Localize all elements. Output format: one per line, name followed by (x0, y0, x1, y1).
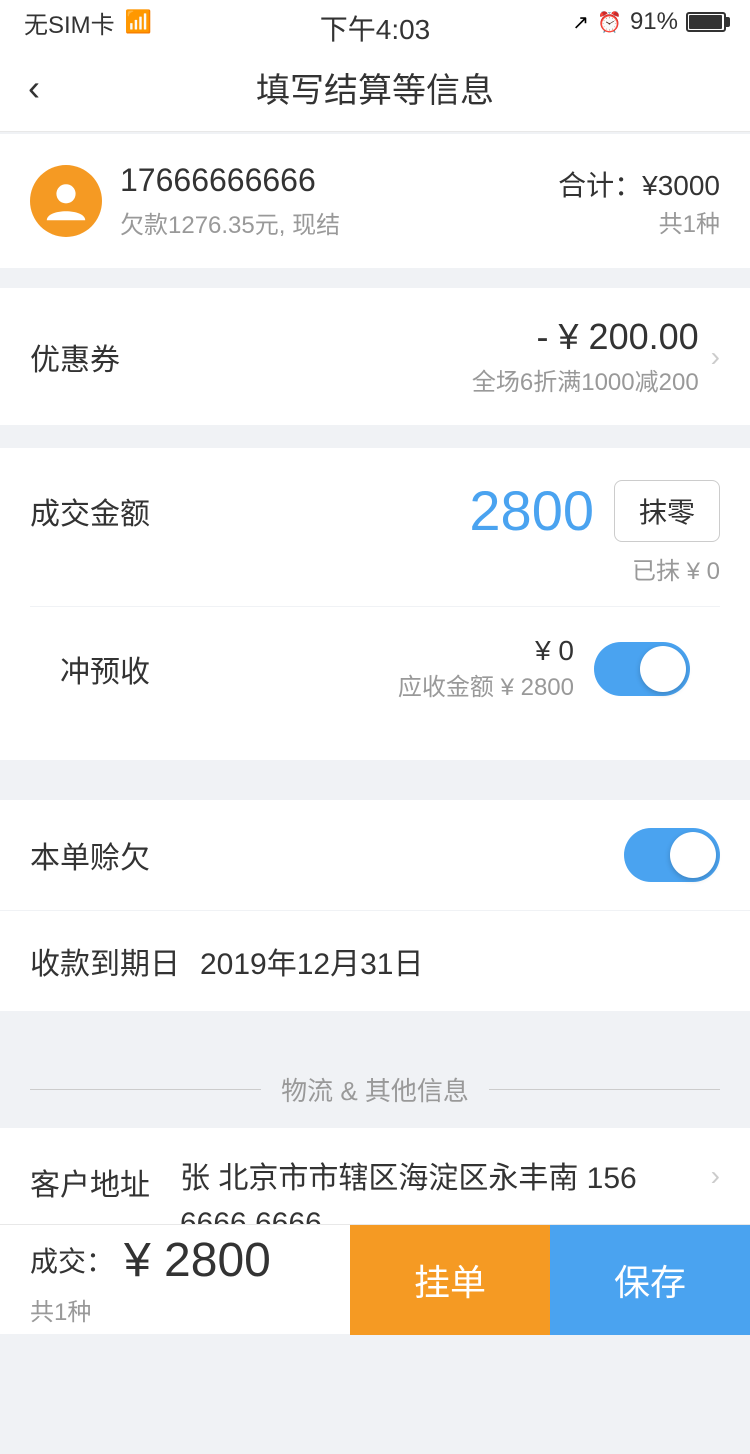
logistics-line-left (30, 1089, 261, 1090)
coupon-desc: 全场6折满1000减200 (472, 362, 699, 397)
due-date-label: 收款到期日 (30, 939, 180, 983)
customer-debt: 欠款1276.35元, 现结 (120, 205, 340, 240)
section-divider-3 (0, 760, 750, 780)
bottom-total-value: ¥ 2800 (124, 1233, 271, 1288)
coupon-discount: - ¥ 200.00 (537, 316, 699, 358)
logistics-line-right (489, 1089, 720, 1090)
prepay-value-col: ¥ 0 应收金额 ¥ 2800 (398, 635, 574, 702)
coupon-row[interactable]: 优惠券 - ¥ 200.00 全场6折满1000减200 › (0, 288, 750, 426)
hold-button[interactable]: 挂单 (350, 1225, 550, 1335)
bottom-total-label: 成交： (30, 1240, 114, 1280)
amount-row: 成交金额 2800 抹零 (30, 478, 720, 543)
customer-info: 17666666666 欠款1276.35元, 现结 (120, 162, 340, 240)
back-button[interactable]: ‹ (28, 67, 40, 109)
section-divider-1 (0, 268, 750, 288)
alarm-icon: ⏰ (597, 10, 622, 35)
bottom-left: 成交： ¥ 2800 共1种 (0, 1233, 350, 1327)
address-label: 客户地址 (30, 1160, 150, 1204)
amount-right: 2800 抹零 (469, 478, 720, 543)
section-divider-4 (0, 1021, 750, 1051)
customer-left: 17666666666 欠款1276.35元, 现结 (30, 162, 340, 240)
due-date-section: 收款到期日 2019年12月31日 (0, 910, 750, 1011)
coupon-detail: - ¥ 200.00 全场6折满1000减200 (472, 316, 699, 397)
debt-label: 本单赊欠 (30, 833, 150, 877)
location-icon: ↗ (572, 10, 589, 35)
round-button[interactable]: 抹零 (614, 480, 720, 542)
bottom-bar: 成交： ¥ 2800 共1种 挂单 保存 (0, 1224, 750, 1334)
nav-bar: ‹ 填写结算等信息 (0, 44, 750, 132)
battery-text: 91% (630, 8, 678, 36)
amount-value: 2800 (469, 478, 594, 543)
amount-sub: 已抹 ¥ 0 (30, 551, 720, 586)
logistics-title: 物流 & 其他信息 (281, 1071, 469, 1108)
prepay-toggle[interactable] (594, 642, 690, 696)
avatar (30, 165, 102, 237)
coupon-right: - ¥ 200.00 全场6折满1000减200 › (472, 316, 720, 397)
bottom-count: 共1种 (30, 1292, 320, 1327)
section-divider-2 (0, 426, 750, 446)
status-bar: 无SIM卡 📶 下午4:03 ↗ ⏰ 91% (0, 0, 750, 44)
status-time: 下午4:03 (320, 8, 431, 48)
customer-count: 共1种 (558, 204, 720, 239)
amount-label: 成交金额 (30, 489, 150, 533)
save-button[interactable]: 保存 (550, 1225, 750, 1335)
customer-right: 合计：¥3000 共1种 (558, 164, 720, 239)
page-title: 填写结算等信息 (256, 63, 494, 112)
bottom-total-row: 成交： ¥ 2800 (30, 1233, 320, 1288)
amount-section: 成交金额 2800 抹零 已抹 ¥ 0 冲预收 ¥ 0 应收金额 ¥ 2800 (0, 448, 750, 760)
prepay-row: 冲预收 ¥ 0 应收金额 ¥ 2800 (30, 606, 720, 730)
prepay-right: ¥ 0 应收金额 ¥ 2800 (398, 635, 690, 702)
customer-total: 合计：¥3000 (558, 164, 720, 204)
toggle-knob (640, 646, 686, 692)
prepay-value: ¥ 0 (398, 635, 574, 667)
prepay-label: 冲预收 (60, 647, 150, 691)
debt-section: 本单赊欠 (0, 800, 750, 910)
prepay-receivable: 应收金额 ¥ 2800 (398, 667, 574, 702)
debt-toggle-knob (670, 832, 716, 878)
debt-toggle[interactable] (624, 828, 720, 882)
customer-card: 17666666666 欠款1276.35元, 现结 合计：¥3000 共1种 (0, 134, 750, 268)
battery-icon (686, 12, 726, 32)
address-chevron-icon: › (711, 1160, 720, 1192)
logistics-header: 物流 & 其他信息 (0, 1051, 750, 1128)
status-left: 无SIM卡 📶 (24, 5, 152, 40)
coupon-label: 优惠券 (30, 335, 120, 379)
chevron-right-icon: › (711, 341, 720, 373)
due-date-row: 收款到期日 2019年12月31日 (30, 939, 720, 983)
status-right: ↗ ⏰ 91% (572, 8, 726, 36)
carrier-text: 无SIM卡 (24, 5, 115, 40)
wifi-icon: 📶 (125, 9, 152, 35)
customer-phone: 17666666666 (120, 162, 340, 199)
due-date-value: 2019年12月31日 (200, 939, 423, 983)
